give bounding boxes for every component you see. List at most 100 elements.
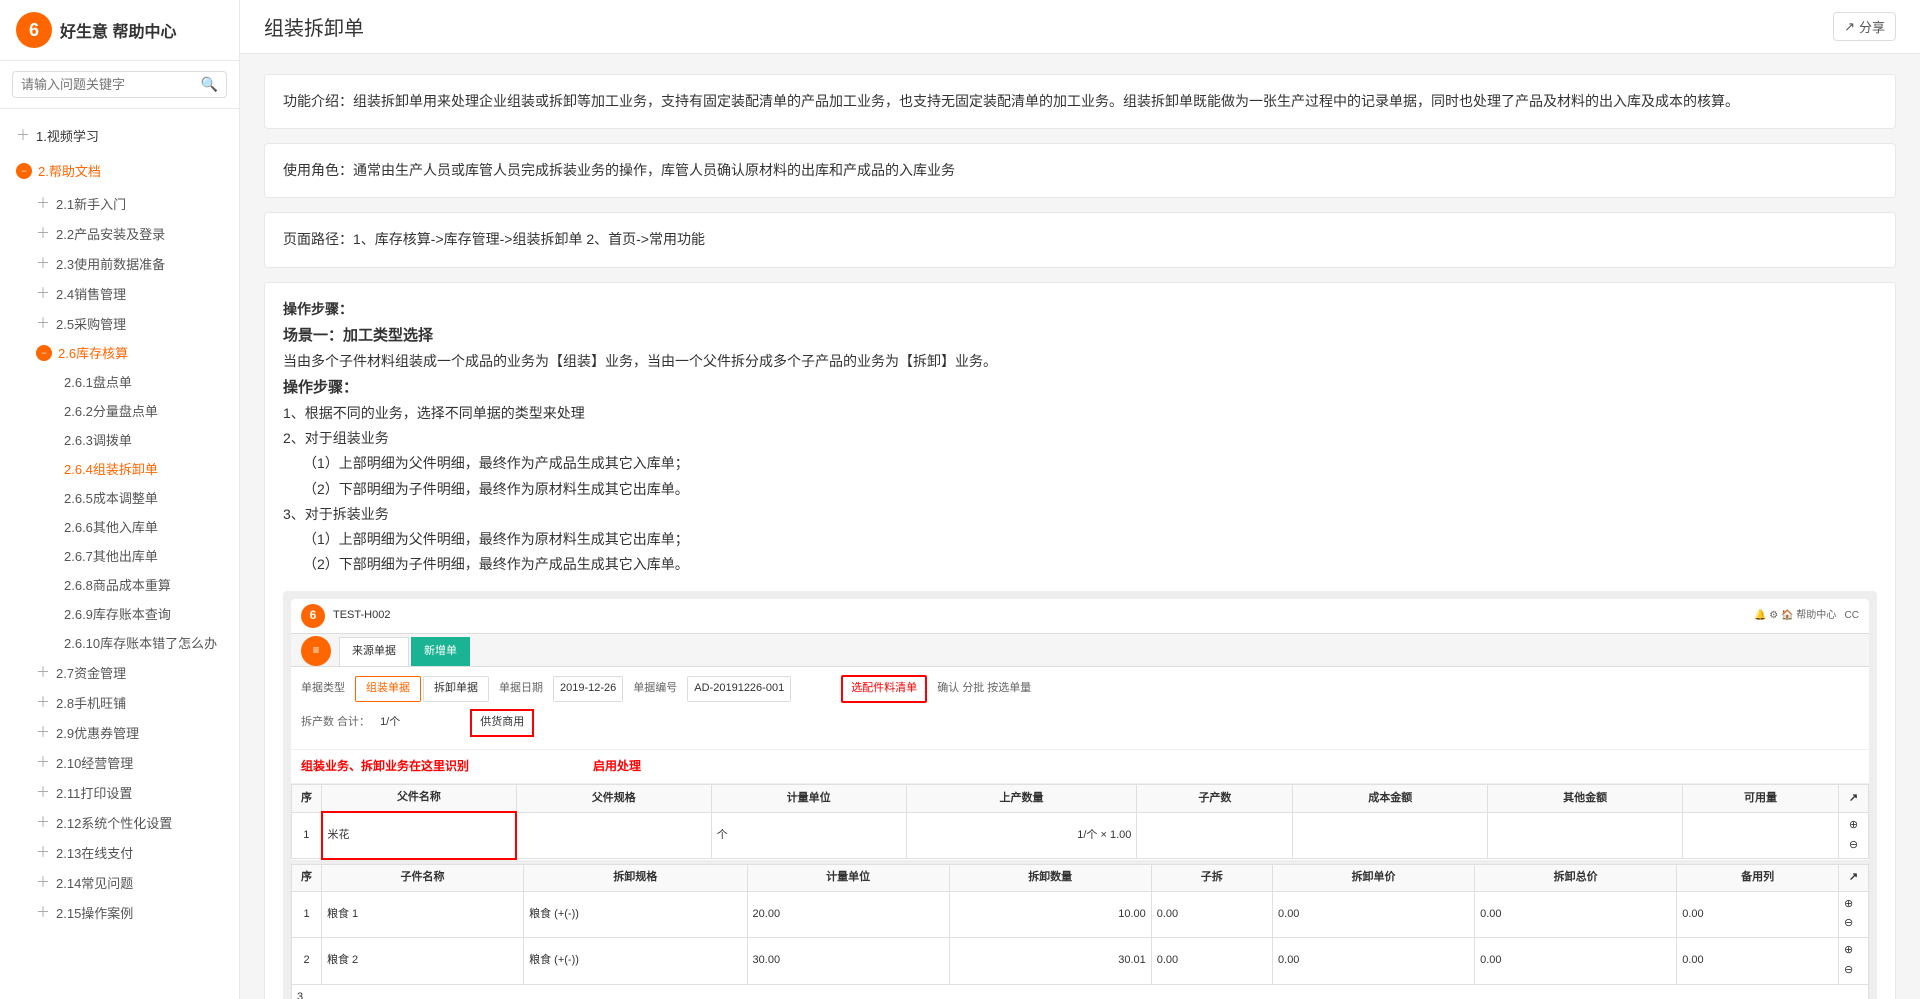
step2: 2、对于组装业务 <box>283 426 1877 451</box>
td2-act-1[interactable]: ⊕ ⊖ <box>1839 891 1869 938</box>
expand-icon: ＋ <box>36 692 50 712</box>
step3-subs: （1）上部明细为父件明细，最终作为原材料生成其它出库单； （2）下部明细为子件明… <box>303 527 1877 577</box>
page-title: 组装拆卸单 <box>264 12 364 41</box>
sidebar-item-label: 2.6.5成本调整单 <box>64 488 158 507</box>
tab-source[interactable]: 来源单据 <box>339 637 409 666</box>
search-input[interactable] <box>21 77 201 92</box>
date-value: 2019-12-26 <box>553 676 623 702</box>
qty-label: 拆产数 合计： <box>301 713 370 733</box>
sidebar-item-ops[interactable]: ＋ 2.10经营管理 <box>28 747 239 777</box>
sidebar-item-coupon[interactable]: ＋ 2.9优惠券管理 <box>28 717 239 747</box>
sidebar-item-mobile[interactable]: ＋ 2.8手机旺铺 <box>28 687 239 717</box>
type-assemble-tab[interactable]: 组装单据 <box>355 676 421 702</box>
th2-price: 拆卸单价 <box>1273 864 1475 891</box>
sidebar-item-label: 2.13在线支付 <box>56 843 133 862</box>
sidebar-item-sales[interactable]: ＋ 2.4销售管理 <box>28 278 239 308</box>
td2-spec-1: 粮食 (+(-)) <box>524 891 747 938</box>
nav-sub-docs: ＋ 2.1新手入门 ＋ 2.2产品安装及登录 ＋ 2.3使用前数据准备 ＋ 2.… <box>0 188 239 927</box>
step2-sub2: （2）下部明细为子件明细，最终作为原材料生成其它出库单。 <box>303 477 1877 502</box>
td2-price-1: 0.00 <box>1273 891 1475 938</box>
td-seq-1: 1 <box>292 812 322 859</box>
expand-icon: ＋ <box>36 872 50 892</box>
sidebar-item-cases[interactable]: ＋ 2.15操作案例 <box>28 897 239 927</box>
sidebar-item-label: 2.6.2分量盘点单 <box>64 401 158 420</box>
sidebar-item-install[interactable]: ＋ 2.2产品安装及登录 <box>28 218 239 248</box>
sidebar-item-videos[interactable]: ＋ 1.视频学习 <box>0 117 239 153</box>
annotation-text2: 启用处理 <box>593 756 641 778</box>
top-bar: 组装拆卸单 ↗ 分享 <box>240 0 1920 54</box>
nav-icon: ≡ <box>301 636 331 666</box>
td2-sub-1: 0.00 <box>1151 891 1272 938</box>
th-unit: 计量单位 <box>711 785 906 812</box>
qty-value: 1/个 <box>380 713 400 733</box>
th2-spec: 拆卸规格 <box>524 864 747 891</box>
td-qty-1: 1/个 × 1.00 <box>906 812 1137 859</box>
steps-title: 操作步骤： <box>283 297 1877 322</box>
sidebar-item-cost-adjust[interactable]: 2.6.5成本调整单 <box>56 483 239 512</box>
type-disassemble-tab[interactable]: 拆卸单据 <box>423 676 489 702</box>
th-parent-spec: 父件规格 <box>516 785 711 812</box>
sidebar-item-stock-query[interactable]: 2.6.9库存账本查询 <box>56 599 239 628</box>
annotation-btn[interactable]: 选配件料清单 <box>841 675 927 703</box>
sidebar-item-finance[interactable]: ＋ 2.7资金管理 <box>28 657 239 687</box>
td-parent-name-1[interactable]: 米花 <box>322 812 517 859</box>
td2-spec-2: 粮食 (+(-)) <box>524 938 747 985</box>
td2-act-2[interactable]: ⊕ ⊖ <box>1839 938 1869 985</box>
expand-icon: ＋ <box>36 253 50 273</box>
td2-name-2: 粮食 2 <box>322 938 524 985</box>
sidebar-item-newbie[interactable]: ＋ 2.1新手入门 <box>28 188 239 218</box>
td-avail-1 <box>1683 812 1839 859</box>
annotation-text1: 组装业务、拆卸业务在这里识别 <box>301 756 469 778</box>
sidebar-item-partial-take[interactable]: 2.6.2分量盘点单 <box>56 396 239 425</box>
nav-sub-inventory: 2.6.1盘点单 2.6.2分量盘点单 2.6.3调拨单 2.6.4组装拆卸单 … <box>28 367 239 657</box>
td2-price-2: 0.00 <box>1273 938 1475 985</box>
step3-sub1: （1）上部明细为父件明细，最终作为原材料生成其它出库单； <box>303 527 1877 552</box>
sidebar-item-label: 2.9优惠券管理 <box>56 723 139 742</box>
sidebar-item-inventory[interactable]: − 2.6库存核算 <box>28 338 239 367</box>
intro-box: 功能介绍：组装拆卸单用来处理企业组装或拆卸等加工业务，支持有固定装配清单的产品加… <box>264 74 1896 129</box>
role-text: 使用角色：通常由生产人员或库管人员完成拆装业务的操作，库管人员确认原材料的出库和… <box>283 158 1877 183</box>
logo-text: 好生意 帮助中心 <box>60 18 176 42</box>
search-icon[interactable]: 🔍 <box>201 76 218 93</box>
step2-subs: （1）上部明细为父件明细，最终作为产成品生成其它入库单； （2）下部明细为子件明… <box>303 451 1877 501</box>
th2-seq: 序 <box>292 864 322 891</box>
sidebar-item-data-prep[interactable]: ＋ 2.3使用前数据准备 <box>28 248 239 278</box>
td2-empty-3: 3 <box>292 984 1869 999</box>
td-spec-1 <box>516 812 711 859</box>
td-act-1[interactable]: ⊕ ⊖ <box>1839 812 1869 859</box>
sidebar-item-label: 2.1新手入门 <box>56 194 126 213</box>
td2-qty-2: 30.01 <box>949 938 1151 985</box>
no-value: AD-20191226-001 <box>687 676 791 702</box>
supplier-field[interactable]: 供货商用 <box>470 709 534 737</box>
step3: 3、对于拆装业务 <box>283 502 1877 527</box>
nav-list: ＋ 1.视频学习 − 2.帮助文档 ＋ 2.1新手入门 ＋ 2.2产品安装及登录… <box>0 109 239 999</box>
sidebar-item-adjust[interactable]: 2.6.3调拨单 <box>56 425 239 454</box>
sidebar-item-sys[interactable]: ＋ 2.12系统个性化设置 <box>28 807 239 837</box>
sidebar-item-payment[interactable]: ＋ 2.13在线支付 <box>28 837 239 867</box>
sidebar-item-purchase[interactable]: ＋ 2.5采购管理 <box>28 308 239 338</box>
sidebar-item-disassemble[interactable]: 2.6.4组装拆卸单 <box>56 454 239 483</box>
td2-name-1: 粮食 1 <box>322 891 524 938</box>
screenshot-wrap: 6 TEST-H002 🔔 ⚙ 🏠 帮助中心 CC ≡ 来源单据 新增单 <box>283 591 1877 999</box>
search-box[interactable]: 🔍 <box>12 71 227 98</box>
sidebar-item-stock-err[interactable]: 2.6.10库存账本错了怎么办 <box>56 628 239 657</box>
scenario1-title: 场景一：加工类型选择 <box>283 322 1877 349</box>
expand-icon: ＋ <box>36 782 50 802</box>
th2-qty: 拆卸数量 <box>949 864 1151 891</box>
sidebar-item-label: 2.8手机旺铺 <box>56 693 126 712</box>
share-button[interactable]: ↗ 分享 <box>1833 12 1896 41</box>
share-label: 分享 <box>1859 17 1885 36</box>
sidebar-item-out-other[interactable]: 2.6.7其他出库单 <box>56 541 239 570</box>
sidebar-item-stocktake[interactable]: 2.6.1盘点单 <box>56 367 239 396</box>
expand-icon: ＋ <box>36 722 50 742</box>
logo-area: 6 好生意 帮助中心 <box>0 0 239 61</box>
sidebar-item-cost-calc[interactable]: 2.6.8商品成本重算 <box>56 570 239 599</box>
sidebar-item-label: 2.2产品安装及登录 <box>56 224 165 243</box>
sidebar-item-label: 2.6.6其他入库单 <box>64 517 158 536</box>
sidebar-item-faq[interactable]: ＋ 2.14常见问题 <box>28 867 239 897</box>
sidebar-item-label: 2.7资金管理 <box>56 663 126 682</box>
tab-new[interactable]: 新增单 <box>411 637 470 666</box>
sidebar-item-docs[interactable]: − 2.帮助文档 <box>0 153 239 188</box>
sidebar-item-print[interactable]: ＋ 2.11打印设置 <box>28 777 239 807</box>
sidebar-item-in-other[interactable]: 2.6.6其他入库单 <box>56 512 239 541</box>
